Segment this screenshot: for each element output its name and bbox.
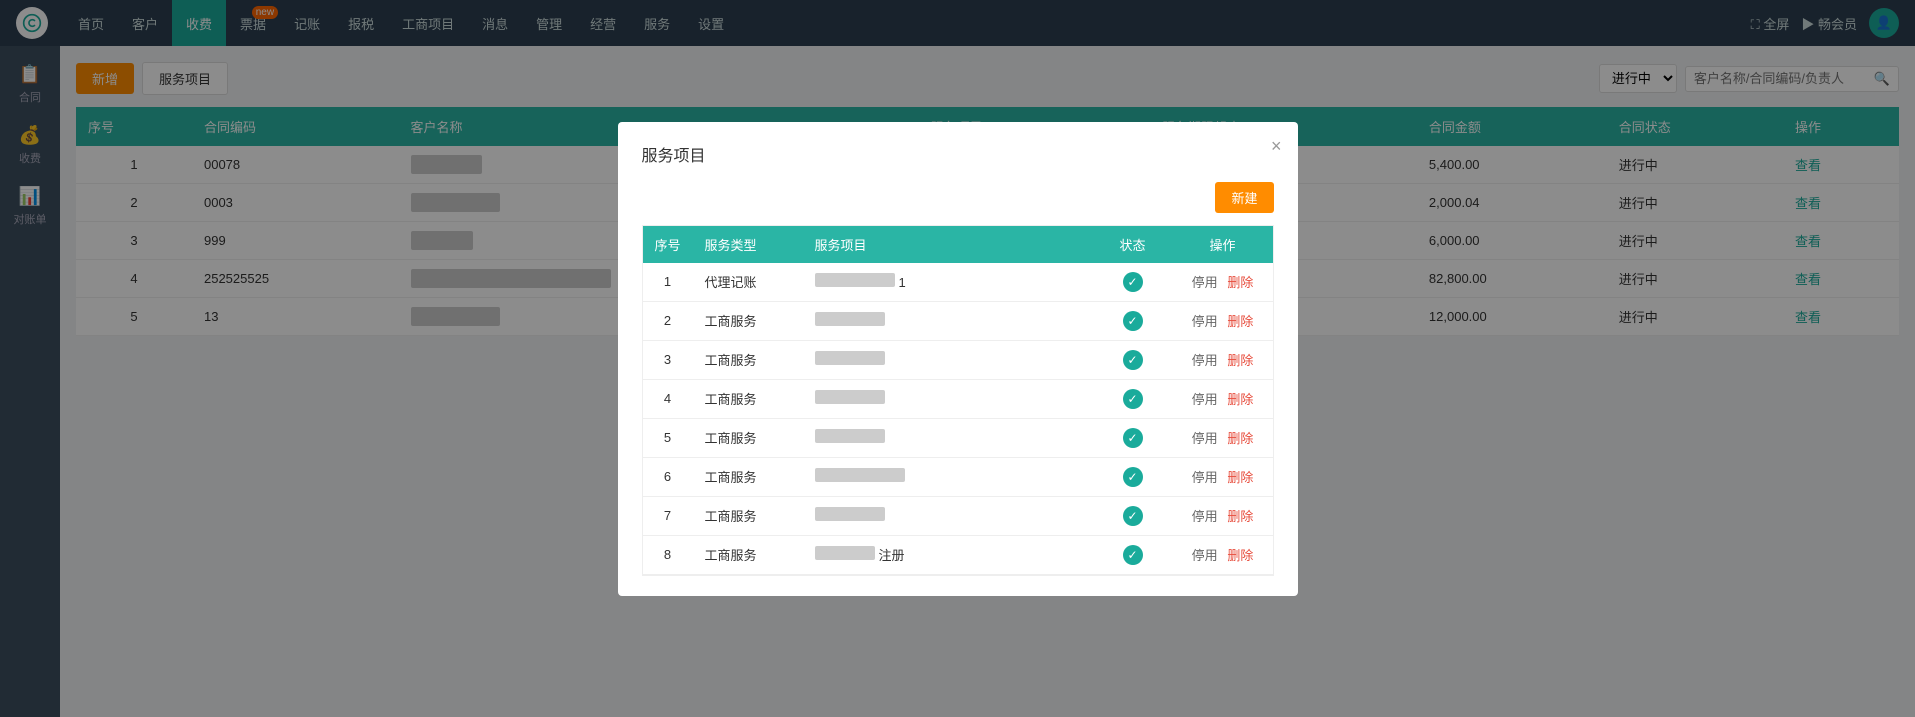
modal-cell-item xyxy=(803,301,1093,340)
modal-table-row: 4 工商服务 ✓ 停用 删除 xyxy=(643,379,1273,418)
service-items-table: 序号 服务类型 服务项目 状态 操作 1 代理记账 1 ✓ 停用 删除 2 工商… xyxy=(643,226,1273,575)
modal-table-row: 2 工商服务 ✓ 停用 删除 xyxy=(643,301,1273,340)
modal-cell-item xyxy=(803,457,1093,496)
status-check-icon: ✓ xyxy=(1123,311,1143,331)
modal-table-wrap: 序号 服务类型 服务项目 状态 操作 1 代理记账 1 ✓ 停用 删除 2 工商… xyxy=(642,225,1274,576)
modal-cell-num: 4 xyxy=(643,379,693,418)
modal-cell-action: 停用 删除 xyxy=(1173,496,1273,535)
stop-button[interactable]: 停用 xyxy=(1192,509,1218,524)
stop-button[interactable]: 停用 xyxy=(1192,470,1218,485)
stop-button[interactable]: 停用 xyxy=(1192,275,1218,290)
delete-button[interactable]: 删除 xyxy=(1227,275,1253,290)
modal-col-num: 序号 xyxy=(643,226,693,263)
modal-col-item: 服务项目 xyxy=(803,226,1093,263)
modal-table-row: 8 工商服务 注册 ✓ 停用 删除 xyxy=(643,535,1273,574)
modal-cell-action: 停用 删除 xyxy=(1173,263,1273,302)
delete-button[interactable]: 删除 xyxy=(1227,353,1253,368)
modal-cell-action: 停用 删除 xyxy=(1173,418,1273,457)
status-check-icon: ✓ xyxy=(1123,545,1143,565)
modal-cell-action: 停用 删除 xyxy=(1173,301,1273,340)
delete-button[interactable]: 删除 xyxy=(1227,470,1253,485)
modal-cell-status: ✓ xyxy=(1093,301,1173,340)
status-check-icon: ✓ xyxy=(1123,350,1143,370)
modal-table-row: 3 工商服务 ✓ 停用 删除 xyxy=(643,340,1273,379)
stop-button[interactable]: 停用 xyxy=(1192,392,1218,407)
modal-cell-status: ✓ xyxy=(1093,379,1173,418)
delete-button[interactable]: 删除 xyxy=(1227,314,1253,329)
modal-cell-num: 3 xyxy=(643,340,693,379)
modal-cell-status: ✓ xyxy=(1093,496,1173,535)
delete-button[interactable]: 删除 xyxy=(1227,431,1253,446)
modal-col-status: 状态 xyxy=(1093,226,1173,263)
modal-cell-num: 2 xyxy=(643,301,693,340)
modal-cell-num: 8 xyxy=(643,535,693,574)
modal-cell-type: 工商服务 xyxy=(693,340,803,379)
modal-cell-type: 工商服务 xyxy=(693,379,803,418)
modal-toolbar: 新建 xyxy=(642,182,1274,213)
modal-title: 服务项目 xyxy=(642,142,1274,166)
modal-cell-type: 工商服务 xyxy=(693,535,803,574)
modal-cell-action: 停用 删除 xyxy=(1173,379,1273,418)
modal-cell-type: 工商服务 xyxy=(693,301,803,340)
status-check-icon: ✓ xyxy=(1123,428,1143,448)
modal-close-button[interactable]: × xyxy=(1271,136,1282,157)
modal-col-type: 服务类型 xyxy=(693,226,803,263)
modal-cell-num: 5 xyxy=(643,418,693,457)
stop-button[interactable]: 停用 xyxy=(1192,314,1218,329)
status-check-icon: ✓ xyxy=(1123,389,1143,409)
stop-button[interactable]: 停用 xyxy=(1192,548,1218,563)
modal-table-row: 6 工商服务 ✓ 停用 删除 xyxy=(643,457,1273,496)
modal-cell-num: 7 xyxy=(643,496,693,535)
modal-cell-status: ✓ xyxy=(1093,457,1173,496)
modal-cell-item xyxy=(803,418,1093,457)
modal-cell-num: 6 xyxy=(643,457,693,496)
delete-button[interactable]: 删除 xyxy=(1227,509,1253,524)
modal-overlay[interactable]: × 服务项目 新建 序号 服务类型 服务项目 状态 操作 1 代理记账 1 xyxy=(0,0,1915,717)
modal-cell-num: 1 xyxy=(643,263,693,302)
status-check-icon: ✓ xyxy=(1123,272,1143,292)
modal-cell-status: ✓ xyxy=(1093,340,1173,379)
modal-new-button[interactable]: 新建 xyxy=(1215,182,1273,213)
delete-button[interactable]: 删除 xyxy=(1227,392,1253,407)
modal-cell-item: 注册 xyxy=(803,535,1093,574)
modal-cell-type: 工商服务 xyxy=(693,457,803,496)
modal-table-row: 5 工商服务 ✓ 停用 删除 xyxy=(643,418,1273,457)
modal-cell-status: ✓ xyxy=(1093,263,1173,302)
modal-table-row: 7 工商服务 ✓ 停用 删除 xyxy=(643,496,1273,535)
modal-col-action: 操作 xyxy=(1173,226,1273,263)
status-check-icon: ✓ xyxy=(1123,506,1143,526)
modal-dialog: × 服务项目 新建 序号 服务类型 服务项目 状态 操作 1 代理记账 1 xyxy=(618,122,1298,596)
stop-button[interactable]: 停用 xyxy=(1192,431,1218,446)
modal-cell-item xyxy=(803,379,1093,418)
status-check-icon: ✓ xyxy=(1123,467,1143,487)
stop-button[interactable]: 停用 xyxy=(1192,353,1218,368)
modal-cell-item xyxy=(803,340,1093,379)
modal-table-row: 1 代理记账 1 ✓ 停用 删除 xyxy=(643,263,1273,302)
modal-cell-item xyxy=(803,496,1093,535)
delete-button[interactable]: 删除 xyxy=(1227,548,1253,563)
modal-cell-item: 1 xyxy=(803,263,1093,302)
modal-cell-action: 停用 删除 xyxy=(1173,457,1273,496)
modal-cell-action: 停用 删除 xyxy=(1173,340,1273,379)
modal-cell-type: 代理记账 xyxy=(693,263,803,302)
modal-cell-action: 停用 删除 xyxy=(1173,535,1273,574)
modal-cell-type: 工商服务 xyxy=(693,496,803,535)
modal-cell-status: ✓ xyxy=(1093,418,1173,457)
modal-cell-status: ✓ xyxy=(1093,535,1173,574)
modal-cell-type: 工商服务 xyxy=(693,418,803,457)
